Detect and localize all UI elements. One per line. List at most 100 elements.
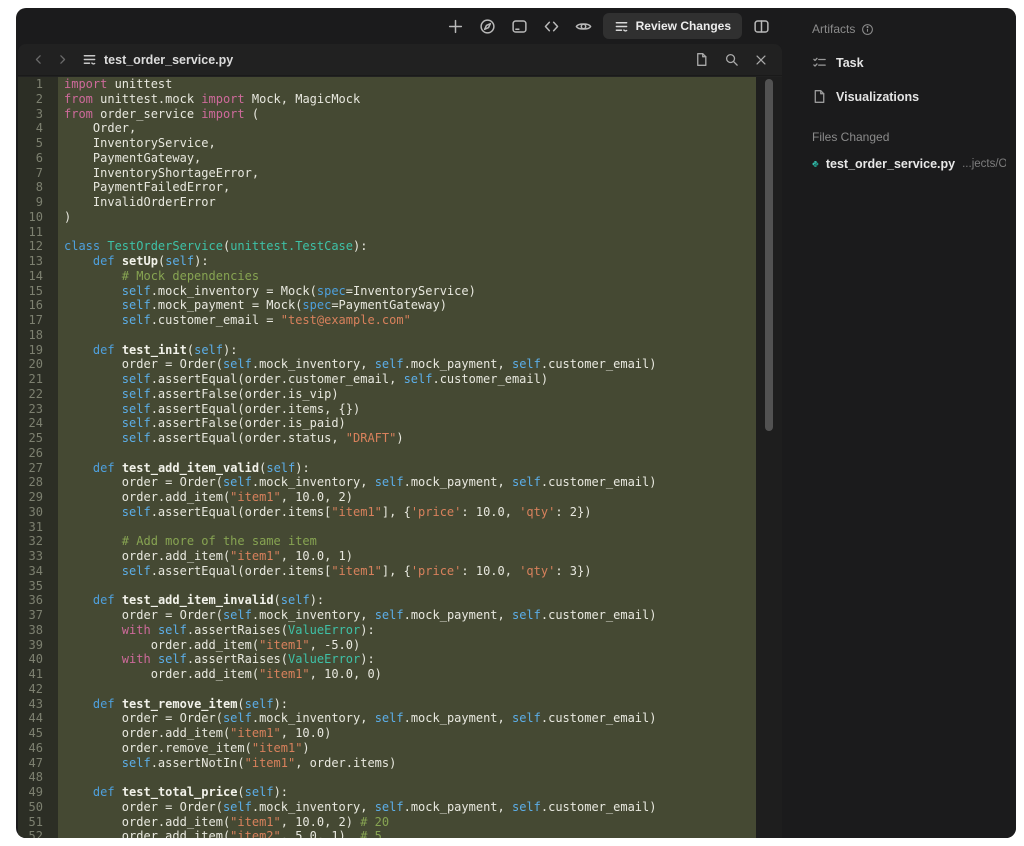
line-content: self.assertEqual(order.items, {}) (58, 401, 756, 417)
line-number: 22 (18, 386, 58, 402)
line-number: 1 (18, 77, 58, 92)
line-number: 27 (18, 460, 58, 476)
vertical-scrollbar[interactable] (756, 77, 782, 838)
code-line: 47 self.assertNotIn("item1", order.items… (18, 755, 756, 771)
line-content: self.assertFalse(order.is_paid) (58, 416, 756, 431)
code-line: 6 PaymentGateway, (18, 150, 756, 166)
browser-icon (480, 18, 495, 34)
line-content: order = Order(self.mock_inventory, self.… (58, 475, 756, 490)
code-line: 36 def test_add_item_invalid(self): (18, 593, 756, 608)
active-file-tab[interactable]: test_order_service.py (82, 52, 233, 67)
line-number: 18 (18, 327, 58, 343)
forward-button[interactable] (54, 52, 70, 68)
changes-list-icon (83, 55, 96, 65)
line-number: 6 (18, 150, 58, 166)
line-number: 44 (18, 711, 58, 726)
line-number: 35 (18, 578, 58, 594)
sidebar-item-visualizations[interactable]: Visualizations (812, 89, 1006, 104)
line-number: 15 (18, 283, 58, 299)
code-line: 49 def test_total_price(self): (18, 785, 756, 800)
code-line: 12 class TestOrderService(unittest.TestCa… (18, 239, 756, 254)
code-editor[interactable]: 1 import unittest 2 from unittest.mock impo… (18, 77, 756, 838)
new-file-button[interactable] (692, 51, 710, 69)
line-content: order = Order(self.mock_inventory, self.… (58, 711, 756, 726)
code-line: 16 self.mock_payment = Mock(spec=Payment… (18, 298, 756, 313)
code-line: 42 (18, 681, 756, 697)
code-line: 24 self.assertFalse(order.is_paid) (18, 416, 756, 431)
eye-icon (575, 22, 592, 30)
line-number: 38 (18, 622, 58, 638)
code-line: 4 Order, (18, 121, 756, 136)
changed-file-path: ...jects/OrderApp/ (962, 158, 1006, 170)
sidebar-item-task[interactable]: Task (812, 55, 1006, 70)
line-number: 19 (18, 342, 58, 358)
line-number: 41 (18, 667, 58, 682)
artifacts-sidebar: Artifacts Task Visualizations Files Chan… (790, 8, 1016, 838)
line-number: 9 (18, 195, 58, 210)
line-number: 25 (18, 431, 58, 446)
browser-button[interactable] (475, 13, 501, 39)
line-content: self.assertEqual(order.customer_email, s… (58, 372, 756, 387)
scrollbar-thumb[interactable] (765, 79, 773, 431)
code-line: 5 InventoryService, (18, 136, 756, 151)
code-line: 31 (18, 519, 756, 535)
code-line: 13 def setUp(self): (18, 254, 756, 269)
line-number: 7 (18, 165, 58, 181)
review-changes-button[interactable]: Review Changes (602, 13, 742, 39)
line-number: 13 (18, 254, 58, 269)
app-window: Review Changes test_order_service.py 1 i… (16, 8, 1016, 838)
line-content: self.mock_payment = Mock(spec=PaymentGat… (58, 298, 756, 313)
code-line: 30 self.assertEqual(order.items["item1"]… (18, 504, 756, 520)
search-button[interactable] (722, 51, 740, 69)
task-checklist-icon (813, 57, 826, 67)
line-content: # Add more of the same item (58, 534, 756, 549)
preview-button[interactable] (571, 13, 597, 39)
code-line: 43 def test_remove_item(self): (18, 696, 756, 712)
line-content: Order, (58, 121, 756, 136)
line-content: InventoryService, (58, 136, 756, 151)
line-content (58, 681, 756, 697)
line-number: 2 (18, 91, 58, 107)
code-line: 21 self.assertEqual(order.customer_email… (18, 372, 756, 387)
line-number: 4 (18, 121, 58, 136)
line-content: order = Order(self.mock_inventory, self.… (58, 799, 756, 815)
line-content: self.assertEqual(order.status, "DRAFT") (58, 431, 756, 446)
split-panel-button[interactable] (748, 13, 774, 39)
code-line: 18 (18, 327, 756, 343)
line-number: 32 (18, 534, 58, 549)
back-chevron-icon (35, 55, 41, 64)
close-button[interactable] (752, 51, 770, 69)
line-number: 34 (18, 563, 58, 579)
terminal-button[interactable] (507, 13, 533, 39)
line-number: 37 (18, 608, 58, 623)
code-line: 33 order.add_item("item1", 10.0, 1) (18, 549, 756, 564)
line-content: with self.assertRaises(ValueError): (58, 622, 756, 638)
line-content: self.assertEqual(order.items["item1"], {… (58, 504, 756, 520)
plus-icon (449, 19, 463, 33)
line-content: order.add_item("item1", 10.0) (58, 726, 756, 741)
changes-list-icon (615, 21, 627, 32)
code-view-button[interactable] (539, 13, 565, 39)
line-content: def test_total_price(self): (58, 785, 756, 800)
changed-file-row[interactable]: test_order_service.py ...jects/OrderApp/ (812, 157, 1006, 171)
line-content: order.add_item("item1", 10.0, 2) (58, 490, 756, 505)
line-content: with self.assertRaises(ValueError): (58, 652, 756, 667)
back-button[interactable] (30, 52, 46, 68)
code-line: 23 self.assertEqual(order.items, {}) (18, 401, 756, 417)
line-number: 28 (18, 475, 58, 490)
plus-button[interactable] (443, 13, 469, 39)
code-line: 39 order.add_item("item1", -5.0) (18, 637, 756, 653)
code-line: 25 self.assertEqual(order.status, "DRAFT… (18, 431, 756, 446)
line-number: 8 (18, 180, 58, 195)
info-icon[interactable] (861, 23, 874, 36)
code-area: 1 import unittest 2 from unittest.mock impo… (18, 77, 782, 838)
line-content: PaymentFailedError, (58, 180, 756, 195)
code-line: 34 self.assertEqual(order.items["item1"]… (18, 563, 756, 579)
new-file-icon (696, 53, 706, 66)
sidebar-item-label: Task (836, 55, 864, 70)
line-content: order.add_item("item2", 5.0, 1) # 5 (58, 829, 756, 838)
code-line: 40 with self.assertRaises(ValueError): (18, 652, 756, 667)
line-content: from order_service import ( (58, 106, 756, 122)
toolbar: Review Changes (16, 8, 786, 44)
tab-filename: test_order_service.py (104, 52, 234, 67)
